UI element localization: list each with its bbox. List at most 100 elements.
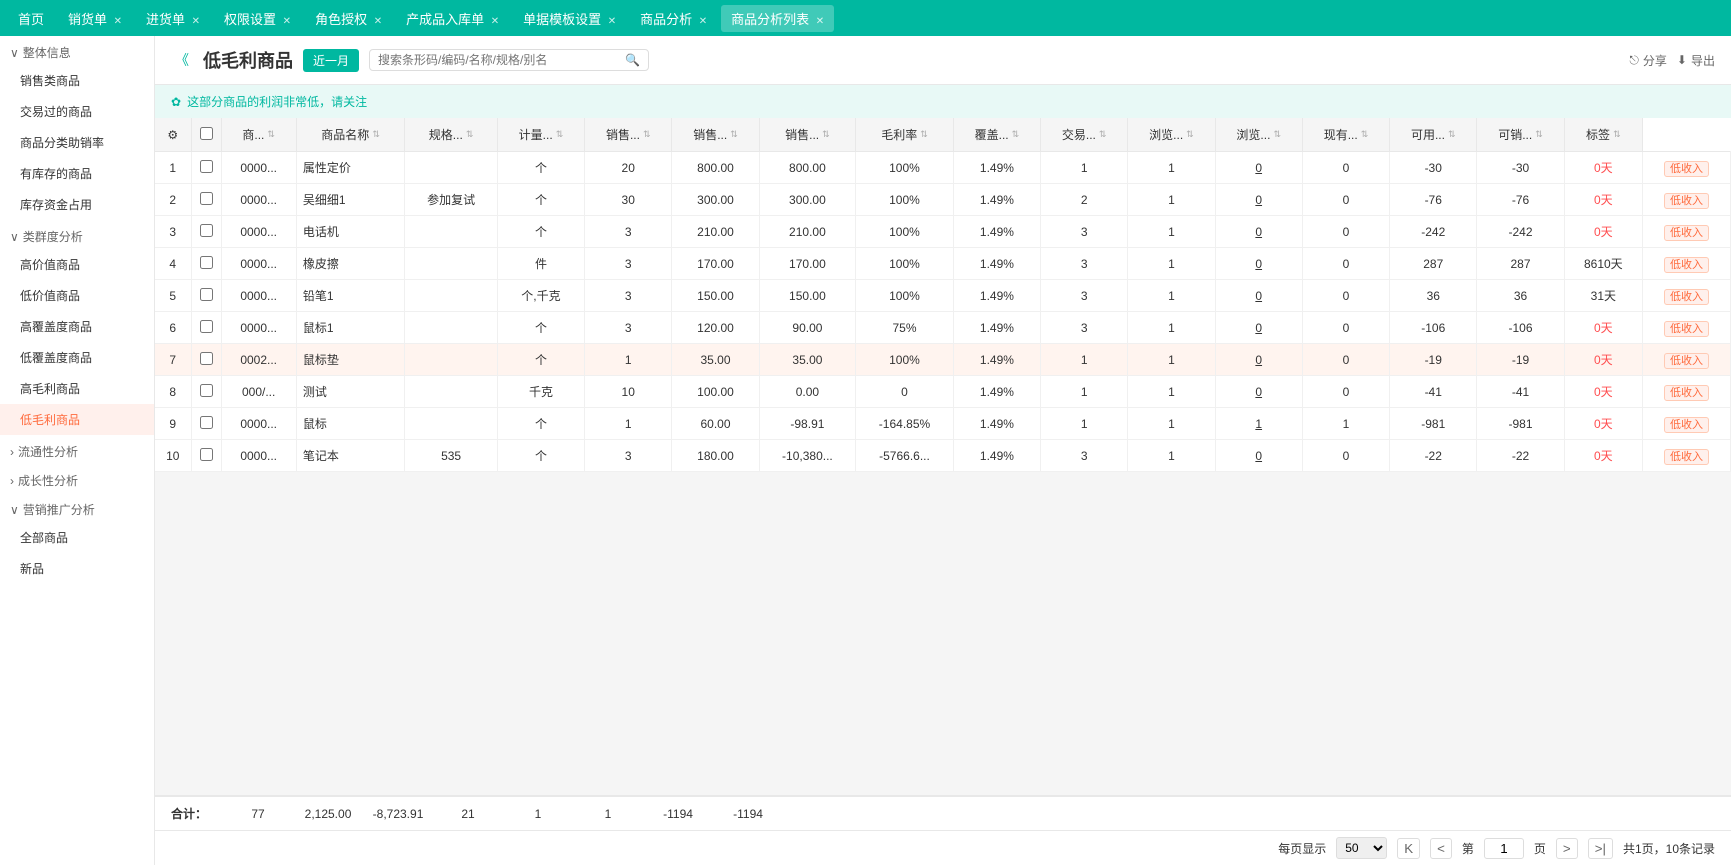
row-browse1[interactable]: 0 (1215, 376, 1302, 408)
sidebar-item-capital[interactable]: 库存资金占用 (0, 189, 154, 220)
row-select-checkbox[interactable] (200, 352, 213, 365)
row-checkbox[interactable] (191, 376, 221, 408)
next-page-button[interactable]: > (1556, 838, 1578, 859)
share-button[interactable]: ⎋ 分享 (1629, 52, 1667, 69)
row-browse1[interactable]: 0 (1215, 216, 1302, 248)
nav-analysis[interactable]: 商品分析 ✕ (630, 5, 717, 32)
row-select-checkbox[interactable] (200, 192, 213, 205)
th-margin[interactable]: 毛利率⇅ (856, 118, 954, 152)
sidebar-item-low-coverage[interactable]: 低覆盖度商品 (0, 342, 154, 373)
sidebar-item-low-value[interactable]: 低价值商品 (0, 280, 154, 311)
row-select-checkbox[interactable] (200, 384, 213, 397)
row-name[interactable]: 属性定价 (296, 152, 404, 184)
sidebar-group-overview[interactable]: ∨ 整体信息 (0, 36, 154, 65)
th-qty[interactable]: 销售...⇅ (585, 118, 672, 152)
row-checkbox[interactable] (191, 152, 221, 184)
row-select-checkbox[interactable] (200, 224, 213, 237)
sidebar-group-cluster[interactable]: ∨ 类群度分析 (0, 220, 154, 249)
row-name[interactable]: 电话机 (296, 216, 404, 248)
row-checkbox[interactable] (191, 440, 221, 472)
row-checkbox[interactable] (191, 248, 221, 280)
th-browse2[interactable]: 浏览...⇅ (1215, 118, 1302, 152)
close-analysis-icon[interactable]: ✕ (699, 16, 707, 27)
row-browse1[interactable]: 0 (1215, 152, 1302, 184)
prev-page-button[interactable]: < (1430, 838, 1452, 859)
row-browse1[interactable]: 0 (1215, 184, 1302, 216)
sidebar-item-high-margin[interactable]: 高毛利商品 (0, 373, 154, 404)
th-name[interactable]: 商品名称⇅ (296, 118, 404, 152)
nav-permissions[interactable]: 权限设置 ✕ (214, 5, 301, 32)
th-amount[interactable]: 销售...⇅ (759, 118, 856, 152)
row-checkbox[interactable] (191, 216, 221, 248)
row-checkbox[interactable] (191, 184, 221, 216)
last-page-button[interactable]: >| (1588, 838, 1613, 859)
row-browse1[interactable]: 0 (1215, 344, 1302, 376)
sidebar-item-low-margin[interactable]: 低毛利商品 (0, 404, 154, 435)
nav-roles[interactable]: 角色授权 ✕ (305, 5, 392, 32)
date-filter-button[interactable]: 近一月 (303, 49, 359, 72)
sidebar-item-sales-products[interactable]: 销售类商品 (0, 65, 154, 96)
th-price[interactable]: 销售...⇅ (672, 118, 759, 152)
row-name[interactable]: 铅笔1 (296, 280, 404, 312)
row-name[interactable]: 鼠标1 (296, 312, 404, 344)
row-name[interactable]: 测试 (296, 376, 404, 408)
row-select-checkbox[interactable] (200, 288, 213, 301)
nav-analysis-list[interactable]: 商品分析列表 ✕ (721, 5, 834, 32)
nav-sales[interactable]: 销货单 ✕ (58, 5, 132, 32)
close-templates-icon[interactable]: ✕ (608, 16, 616, 27)
nav-templates[interactable]: 单据模板设置 ✕ (513, 5, 626, 32)
export-button[interactable]: ⬇ 导出 (1677, 52, 1715, 69)
search-icon[interactable]: 🔍 (625, 53, 640, 67)
th-tag[interactable]: 标签⇅ (1564, 118, 1642, 152)
th-spec[interactable]: 规格...⇅ (405, 118, 498, 152)
sidebar-collapse-button[interactable]: 《 (171, 46, 193, 74)
row-select-checkbox[interactable] (200, 256, 213, 269)
close-purchase-icon[interactable]: ✕ (192, 16, 200, 27)
th-trade[interactable]: 交易...⇅ (1041, 118, 1128, 152)
row-select-checkbox[interactable] (200, 448, 213, 461)
search-input[interactable] (378, 53, 625, 67)
row-checkbox[interactable] (191, 408, 221, 440)
select-all-checkbox[interactable] (200, 127, 213, 140)
sidebar-item-new-products[interactable]: 新品 (0, 553, 154, 584)
row-select-checkbox[interactable] (200, 320, 213, 333)
row-browse1[interactable]: 0 (1215, 440, 1302, 472)
sidebar-group-growth[interactable]: › 成长性分析 (0, 464, 154, 493)
row-name[interactable]: 鼠标垫 (296, 344, 404, 376)
close-permissions-icon[interactable]: ✕ (283, 16, 291, 27)
page-number-input[interactable] (1484, 838, 1524, 859)
row-checkbox[interactable] (191, 312, 221, 344)
first-page-button[interactable]: K (1397, 838, 1420, 859)
sidebar-item-all-products[interactable]: 全部商品 (0, 522, 154, 553)
sidebar-group-flow[interactable]: › 流通性分析 (0, 435, 154, 464)
close-sales-icon[interactable]: ✕ (114, 16, 122, 27)
th-code[interactable]: 商...⇅ (221, 118, 296, 152)
th-unit[interactable]: 计量...⇅ (497, 118, 584, 152)
row-name[interactable]: 鼠标 (296, 408, 404, 440)
row-browse1[interactable]: 0 (1215, 312, 1302, 344)
nav-purchase[interactable]: 进货单 ✕ (136, 5, 210, 32)
row-select-checkbox[interactable] (200, 416, 213, 429)
sidebar-group-marketing[interactable]: ∨ 营销推广分析 (0, 493, 154, 522)
th-browse1[interactable]: 浏览...⇅ (1128, 118, 1215, 152)
close-analysis-list-icon[interactable]: ✕ (816, 16, 824, 27)
th-stock[interactable]: 现有...⇅ (1302, 118, 1389, 152)
sidebar-item-category-rate[interactable]: 商品分类助销率 (0, 127, 154, 158)
sidebar-item-traded-products[interactable]: 交易过的商品 (0, 96, 154, 127)
th-saleable[interactable]: 可销...⇅ (1477, 118, 1564, 152)
row-select-checkbox[interactable] (200, 160, 213, 173)
row-name[interactable]: 吴细细1 (296, 184, 404, 216)
row-browse1[interactable]: 0 (1215, 248, 1302, 280)
sidebar-item-high-coverage[interactable]: 高覆盖度商品 (0, 311, 154, 342)
th-checkbox[interactable] (191, 118, 221, 152)
th-coverage[interactable]: 覆盖...⇅ (953, 118, 1040, 152)
row-name[interactable]: 橡皮擦 (296, 248, 404, 280)
nav-home[interactable]: 首页 (8, 5, 54, 32)
row-browse1[interactable]: 1 (1215, 408, 1302, 440)
row-checkbox[interactable] (191, 344, 221, 376)
close-roles-icon[interactable]: ✕ (374, 16, 382, 27)
th-available[interactable]: 可用...⇅ (1390, 118, 1477, 152)
row-name[interactable]: 笔记本 (296, 440, 404, 472)
page-size-select[interactable]: 50 100 200 (1336, 837, 1387, 859)
th-settings[interactable]: ⚙ (155, 118, 191, 152)
